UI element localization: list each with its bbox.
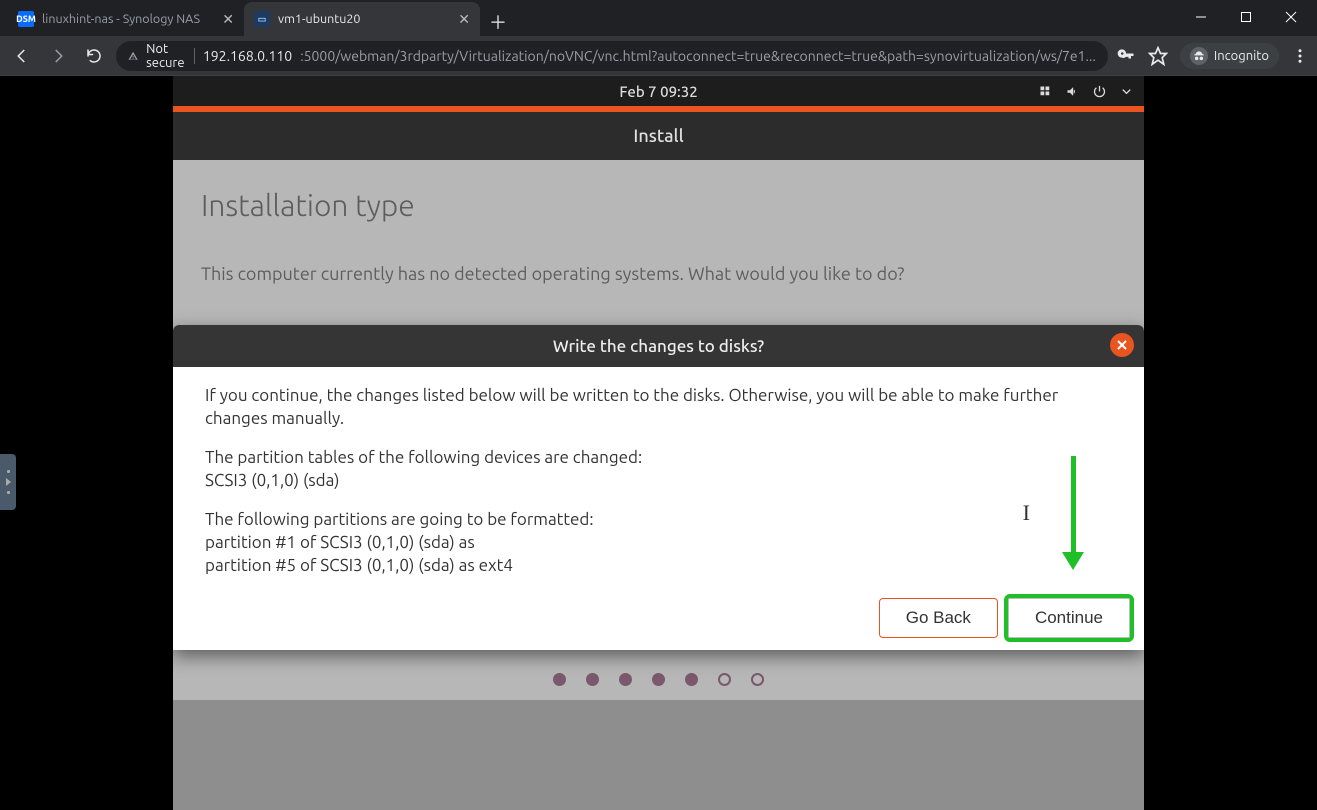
step-dot — [553, 673, 566, 686]
window-close-button[interactable] — [1268, 2, 1313, 32]
page-heading: Installation type — [201, 188, 1116, 222]
text: partition #5 of SCSI3 (0,1,0) (sda) as e… — [205, 556, 513, 575]
separator — [194, 48, 195, 64]
browser-tab[interactable]: ▭ vm1-ubuntu20 ✕ — [244, 2, 480, 36]
dialog-title: Write the changes to disks? — [553, 337, 764, 356]
forward-button[interactable] — [44, 42, 72, 70]
page-content: Feb 7 09:32 Install Installation type Th… — [0, 76, 1317, 810]
dialog-actions: Go Back Continue — [173, 598, 1144, 650]
tab-label: vm1-ubuntu20 — [278, 12, 360, 26]
favicon: ▭ — [254, 11, 270, 27]
dialog-paragraph: The following partitions are going to be… — [205, 509, 1112, 578]
back-button[interactable] — [8, 42, 36, 70]
annotation-arrow — [1062, 456, 1084, 570]
text: The partition tables of the following de… — [205, 448, 642, 467]
novnc-panel-toggle[interactable] — [0, 454, 16, 510]
tab-strip: DSM linuxhint-nas - Synology NAS ✕ ▭ vm1… — [8, 0, 512, 36]
star-icon[interactable] — [1148, 46, 1168, 66]
tab-close-icon[interactable]: ✕ — [222, 11, 234, 28]
security-label: Not secure — [146, 42, 186, 70]
browser-tab[interactable]: DSM linuxhint-nas - Synology NAS ✕ — [8, 2, 244, 36]
ubuntu-top-bar: Feb 7 09:32 — [173, 76, 1144, 106]
favicon: DSM — [18, 11, 34, 27]
dialog-close-button[interactable] — [1110, 333, 1134, 357]
step-dot — [718, 673, 731, 686]
url-host: 192.168.0.110 — [203, 48, 292, 64]
text: SCSI3 (0,1,0) (sda) — [205, 471, 340, 490]
new-tab-button[interactable]: ＋ — [484, 8, 512, 36]
close-icon — [1116, 339, 1128, 351]
power-icon — [1092, 84, 1107, 99]
menu-icon[interactable] — [1291, 47, 1309, 65]
go-back-button[interactable]: Go Back — [879, 598, 998, 638]
progress-indicator — [173, 673, 1144, 686]
tab-label: linuxhint-nas - Synology NAS — [42, 12, 200, 26]
warning-icon — [128, 48, 138, 64]
installer-titlebar: Install — [173, 112, 1144, 160]
step-dot — [751, 673, 764, 686]
text-cursor-icon: I — [1023, 500, 1030, 526]
step-dot — [685, 673, 698, 686]
dialog-paragraph: If you continue, the changes listed belo… — [205, 385, 1112, 431]
incognito-icon — [1190, 47, 1208, 65]
step-dot — [652, 673, 665, 686]
incognito-label: Incognito — [1214, 49, 1269, 63]
text: partition #1 of SCSI3 (0,1,0) (sda) as — [205, 533, 475, 552]
installer-title: Install — [633, 126, 683, 146]
dialog-paragraph: The partition tables of the following de… — [205, 447, 1112, 493]
url-path: :5000/webman/3rdparty/Virtualization/noV… — [300, 48, 1096, 64]
incognito-badge[interactable]: Incognito — [1180, 43, 1279, 69]
continue-button[interactable]: Continue — [1008, 598, 1130, 638]
chevron-down-icon — [1119, 84, 1134, 99]
status-area[interactable] — [1038, 76, 1134, 106]
window-minimize-button[interactable] — [1178, 2, 1223, 32]
clock-label: Feb 7 09:32 — [619, 83, 697, 100]
browser-toolbar: Not secure 192.168.0.110 :5000/webman/3rd… — [0, 36, 1317, 76]
address-bar[interactable]: Not secure 192.168.0.110 :5000/webman/3rd… — [116, 41, 1108, 71]
reload-button[interactable] — [80, 42, 108, 70]
dialog-titlebar: Write the changes to disks? — [173, 325, 1144, 367]
dialog-body: If you continue, the changes listed belo… — [173, 367, 1144, 598]
vnc-viewport[interactable]: Feb 7 09:32 Install Installation type Th… — [173, 76, 1144, 810]
step-dot — [619, 673, 632, 686]
step-dot — [586, 673, 599, 686]
network-icon — [1038, 84, 1053, 99]
confirm-dialog: Write the changes to disks? If you conti… — [173, 325, 1144, 650]
key-icon[interactable] — [1116, 46, 1136, 66]
volume-icon — [1065, 84, 1080, 99]
text: The following partitions are going to be… — [205, 510, 594, 529]
window-maximize-button[interactable] — [1223, 2, 1268, 32]
tab-close-icon[interactable]: ✕ — [458, 11, 470, 28]
page-subtext: This computer currently has no detected … — [201, 264, 1116, 284]
